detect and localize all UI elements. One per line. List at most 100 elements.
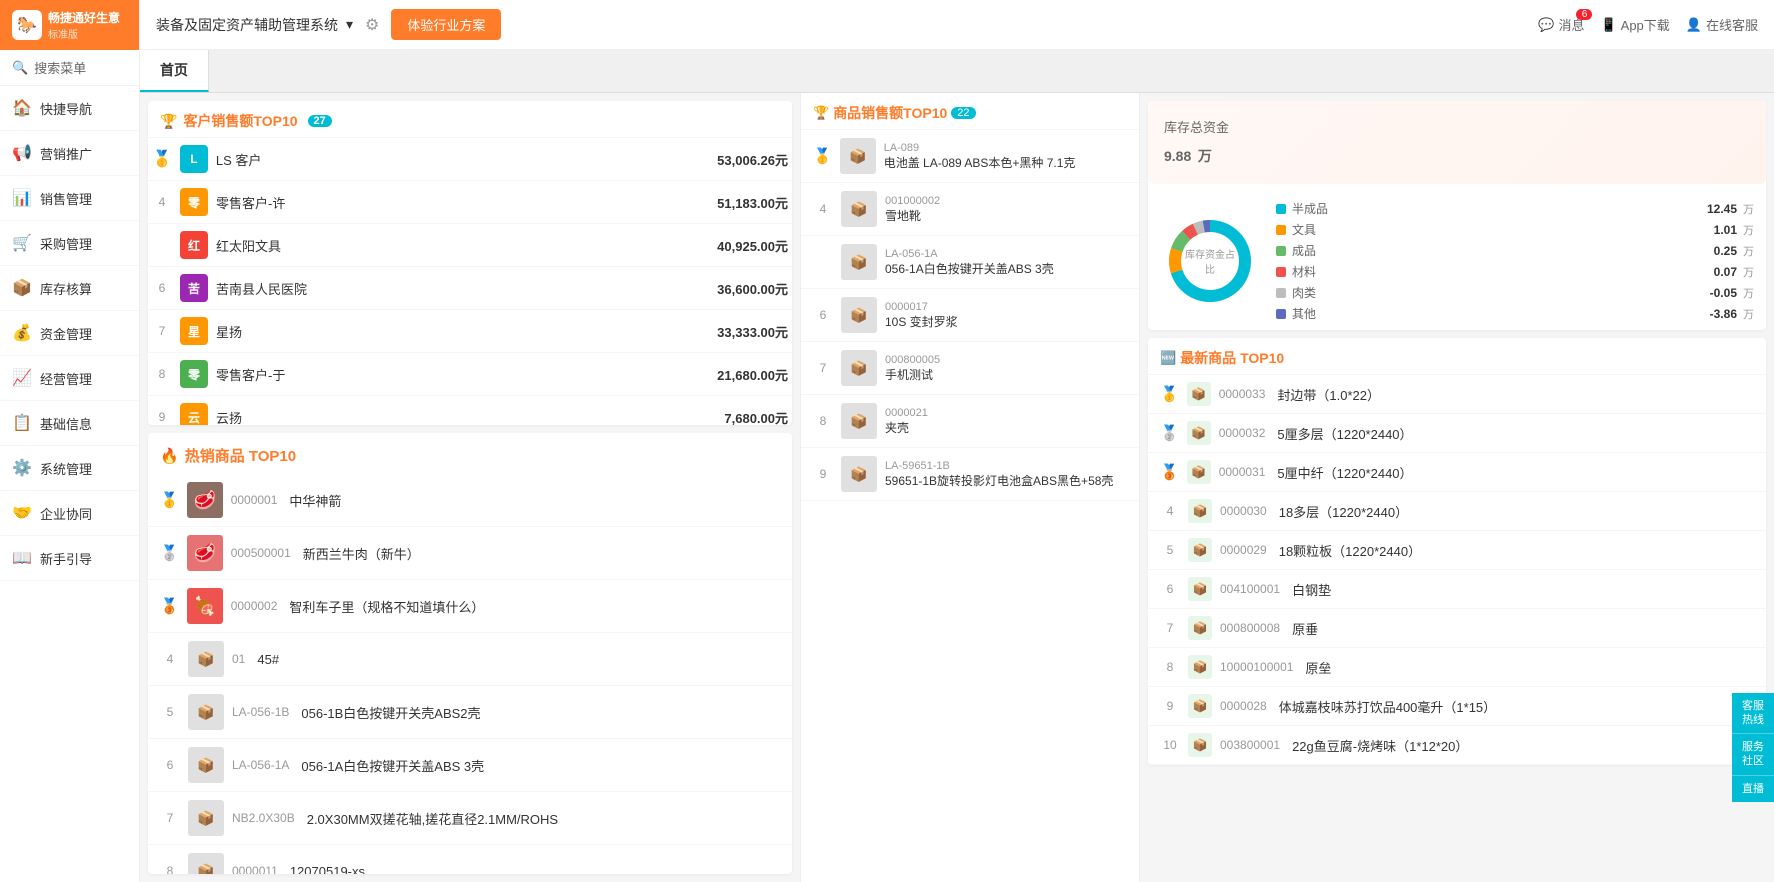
product-image: 📦 [188,694,224,730]
new-product-icon: 📦 [1188,499,1212,523]
avatar: 红 [180,231,208,259]
new-product-icon: 📦 [1187,460,1211,484]
new-product-icon: 📦 [1188,733,1212,757]
product-code: NB2.0X30B [232,811,295,825]
message-btn[interactable]: 💬 消息 6 [1538,15,1584,34]
new-name: 18颗粒板（1220*2440） [1279,541,1421,560]
float-btn-live[interactable]: 直播 [1732,776,1774,802]
product-code: LA-089 [884,142,1127,154]
rank-num: 6 [813,308,833,322]
table-row: 🥇 L LS 客户 53,006.26元 [148,138,792,181]
customer-value: 36,600.00元 [717,279,788,298]
settings-gear-icon[interactable]: ⚙ [365,15,379,35]
product-code: 000800005 [885,354,1127,366]
legend-value: 12.45 [1707,202,1737,216]
sidebar-item-yingxiao[interactable]: 📢 营销推广 [0,131,139,176]
new-code: 0000032 [1219,426,1266,440]
system-title: 装备及固定资产辅助管理系统 [156,15,338,35]
sidebar-item-qiye[interactable]: 🤝 企业协同 [0,491,139,536]
sidebar-item-kucun[interactable]: 📦 库存核算 [0,266,139,311]
product-code: LA-056-1A [885,248,1127,260]
search-menu[interactable]: 🔍 搜索菜单 [0,50,139,86]
customer-name: 云扬 [216,408,716,426]
product-code: 001000002 [885,195,1127,207]
new-product-icon: 📦 [1188,616,1212,640]
rank-num: 6 [152,281,172,295]
new-product-icon: 📦 [1187,421,1211,445]
app-name: 畅捷通好生意 [48,9,120,26]
page-body: 🏆 客户销售额TOP10 27 🥇 L LS 客户 53,006.26元 4 零 [140,93,1774,882]
list-item: 6 📦 0000017 10S 变封罗浆 [801,289,1139,342]
float-btn-service[interactable]: 客服 热线 [1732,693,1774,735]
product-sales-title: 商品销售额TOP10 [833,103,947,123]
new-code: 0000029 [1220,543,1267,557]
legend-name: 半成品 [1292,200,1701,217]
sidebar-item-caigou[interactable]: 🛒 采购管理 [0,221,139,266]
product-name: 056-1A白色按键开关盖ABS 3壳 [301,756,484,775]
tab-home[interactable]: 首页 [140,50,209,92]
list-item: 🥇 🥩 0000001 中华神箭 [148,474,792,527]
sidebar-item-jingying[interactable]: 📈 经营管理 [0,356,139,401]
product-code: LA-056-1B [232,705,289,719]
product-image: 🍖 [187,588,223,624]
app-logo-icon: 🐎 [12,10,42,40]
sidebar-item-xiaoshou[interactable]: 📊 销售管理 [0,176,139,221]
customer-name: 零售客户-许 [216,193,709,212]
app-subtitle: 标准版 [48,26,120,41]
product-name: 电池盖 LA-089 ABS本色+黑种 7.1克 [884,154,1127,171]
float-btn-community[interactable]: 服务 社区 [1732,734,1774,776]
product-code: 0000001 [231,493,278,507]
customer-name: 红太阳文具 [216,236,709,255]
legend-dot [1276,309,1286,319]
new-name: 5厘中纤（1220*2440） [1277,463,1412,482]
new-name: 5厘多层（1220*2440） [1277,424,1412,443]
app-download-btn[interactable]: 📱 App下载 [1600,15,1669,34]
table-row: 红 红太阳文具 40,925.00元 [148,224,792,267]
list-item: 7 📦 000800005 手机测试 [801,342,1139,395]
basicinfo-icon: 📋 [12,413,32,433]
sidebar-item-label: 企业协同 [40,504,92,523]
inventory-icon: 📦 [12,278,32,298]
sidebar-item-xinshou[interactable]: 📖 新手引导 [0,536,139,581]
rank-num: 7 [813,361,833,375]
list-item: 4 📦 001000002 雪地靴 [801,183,1139,236]
list-item: 🥈 📦 0000032 5厘多层（1220*2440） [1148,414,1766,453]
rank-num: 7 [152,324,172,338]
sidebar-item-jichu[interactable]: 📋 基础信息 [0,401,139,446]
legend-value: 0.25 [1714,244,1737,258]
rank-num: 8 [813,414,833,428]
list-item: 🥉 🍖 0000002 智利车子里（规格不知道填什么） [148,580,792,633]
legend-name: 材料 [1292,263,1708,280]
list-item: 📦 LA-056-1A 056-1A白色按键开关盖ABS 3壳 [801,236,1139,289]
product-info: 001000002 雪地靴 [885,195,1127,224]
sidebar-item-xitong[interactable]: ⚙️ 系统管理 [0,446,139,491]
customer-value: 40,925.00元 [717,236,788,255]
legend-dot [1276,288,1286,298]
new-product-icon: 📦 [1188,655,1212,679]
product-info: LA-056-1A 056-1A白色按键开关盖ABS 3壳 [885,248,1127,277]
trial-btn[interactable]: 体验行业方案 [391,9,501,40]
sidebar-item-zijin[interactable]: 💰 资金管理 [0,311,139,356]
rank-medal-icon: 🥉 [160,597,179,615]
dropdown-arrow-icon[interactable]: ▾ [346,16,353,33]
newest-title: 🆕 最新商品 TOP10 [1148,338,1766,375]
product-img: 📦 [841,403,877,439]
sales-icon: 📊 [12,188,32,208]
rank-num: 7 [160,811,180,825]
online-service-btn[interactable]: 👤 在线客服 [1686,15,1758,34]
new-code: 004100001 [1220,582,1280,596]
legend-item-2: 成品 0.25 万 [1276,242,1754,259]
sidebar-item-kuaijie[interactable]: 🏠 快捷导航 [0,86,139,131]
newest-icon: 🆕 [1160,350,1176,366]
medal-icon: 🥇 [152,149,172,169]
sidebar-item-label: 营销推广 [40,144,92,163]
product-name: 夹壳 [885,419,1127,436]
product-name: 手机测试 [885,366,1127,383]
sidebar-item-label: 基础信息 [40,414,92,433]
legend-name: 文具 [1292,221,1708,238]
customer-value: 21,680.00元 [717,365,788,384]
enterprise-icon: 🤝 [12,503,32,523]
product-info: 000800005 手机测试 [885,354,1127,383]
new-name: 22g鱼豆腐-烧烤味（1*12*20） [1292,736,1468,755]
legend-item-5: 其他 -3.86 万 [1276,305,1754,322]
